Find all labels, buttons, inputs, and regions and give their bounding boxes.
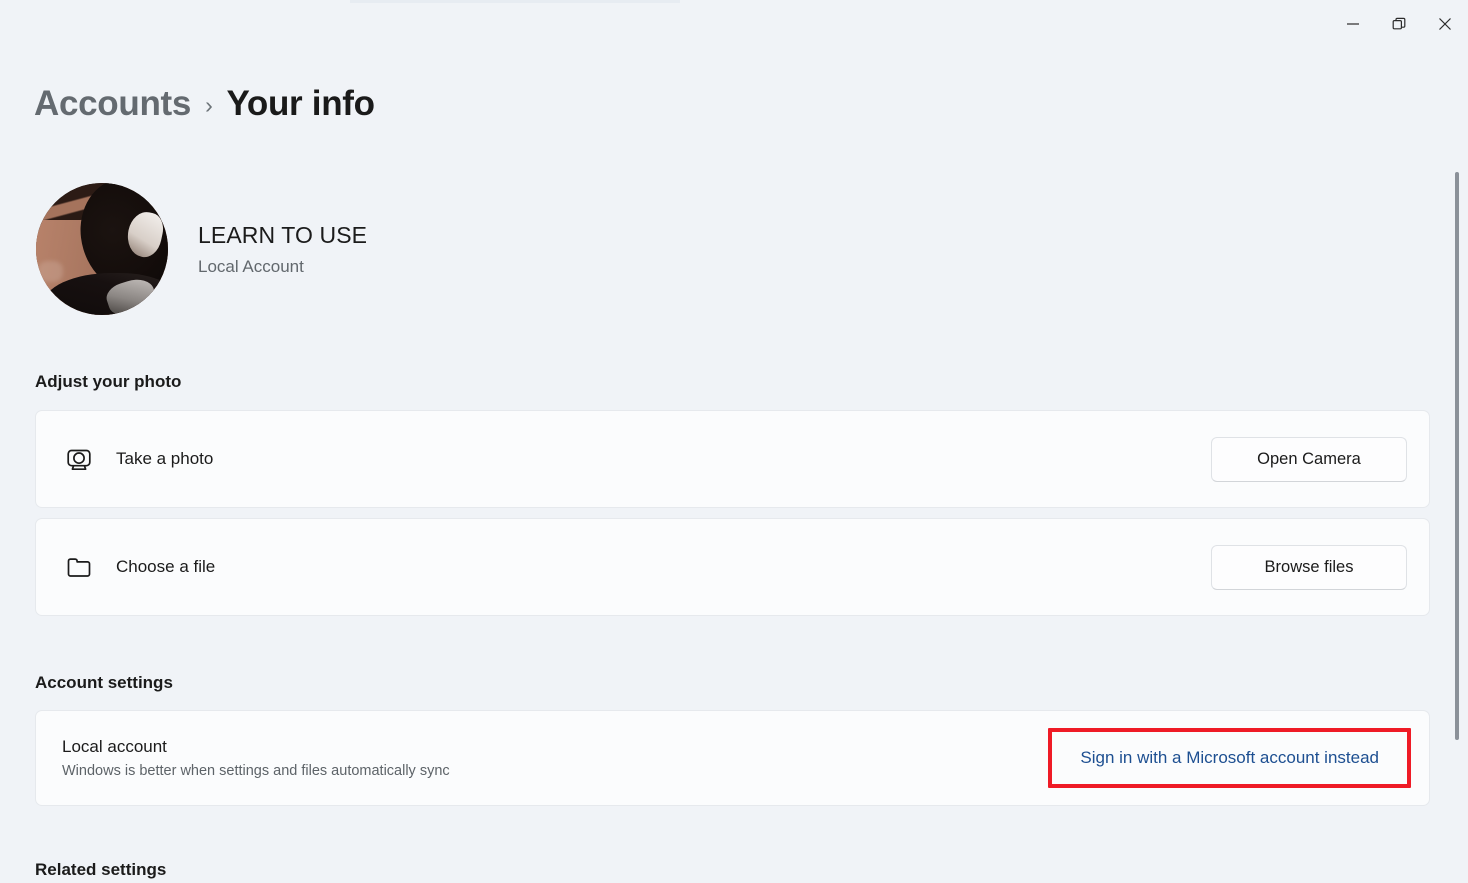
adjust-photo-heading: Adjust your photo [35,372,182,391]
local-account-text-block: Local account Windows is better when set… [62,737,1048,779]
local-account-description: Windows is better when settings and file… [62,763,450,779]
vertical-scrollbar[interactable] [1450,48,1464,883]
minimize-icon [1345,16,1361,32]
settings-page-content: Accounts › Your info LEARN TO USE Local … [0,48,1468,883]
related-settings-heading: Related settings [35,860,167,879]
avatar [36,183,168,315]
profile-name: LEARN TO USE [198,221,368,248]
camera-icon [64,444,102,474]
choose-a-file-label: Choose a file [116,557,216,576]
avatar-wall-highlight [38,260,64,283]
scrollbar-thumb[interactable] [1455,172,1459,740]
choose-a-file-row[interactable]: Choose a file Browse files [35,518,1430,616]
breadcrumb: Accounts › Your info [34,84,375,124]
profile-header: LEARN TO USE Local Account [36,183,367,315]
take-a-photo-row[interactable]: Take a photo Open Camera [35,410,1430,508]
profile-account-type: Local Account [198,256,304,276]
local-account-title: Local account [62,737,167,756]
window-controls [1330,0,1468,48]
restore-icon [1391,16,1407,32]
account-settings-heading: Account settings [35,673,173,692]
browse-files-button[interactable]: Browse files [1211,544,1407,590]
restore-button[interactable] [1376,0,1422,48]
page-title: Your info [226,84,375,123]
take-a-photo-label: Take a photo [116,449,214,468]
folder-icon [64,552,102,582]
close-button[interactable] [1422,0,1468,48]
chevron-right-icon: › [205,91,213,118]
highlight-annotation-box: Sign in with a Microsoft account instead [1048,728,1411,788]
window-title-bar [0,0,1468,48]
breadcrumb-accounts-link[interactable]: Accounts [34,84,191,124]
sign-in-microsoft-account-link[interactable]: Sign in with a Microsoft account instead [1062,738,1397,778]
close-icon [1436,15,1454,33]
profile-text-block: LEARN TO USE Local Account [198,222,367,277]
open-camera-button[interactable]: Open Camera [1211,436,1407,482]
title-bar-accent-band [350,0,680,3]
local-account-row: Local account Windows is better when set… [35,710,1430,806]
minimize-button[interactable] [1330,0,1376,48]
